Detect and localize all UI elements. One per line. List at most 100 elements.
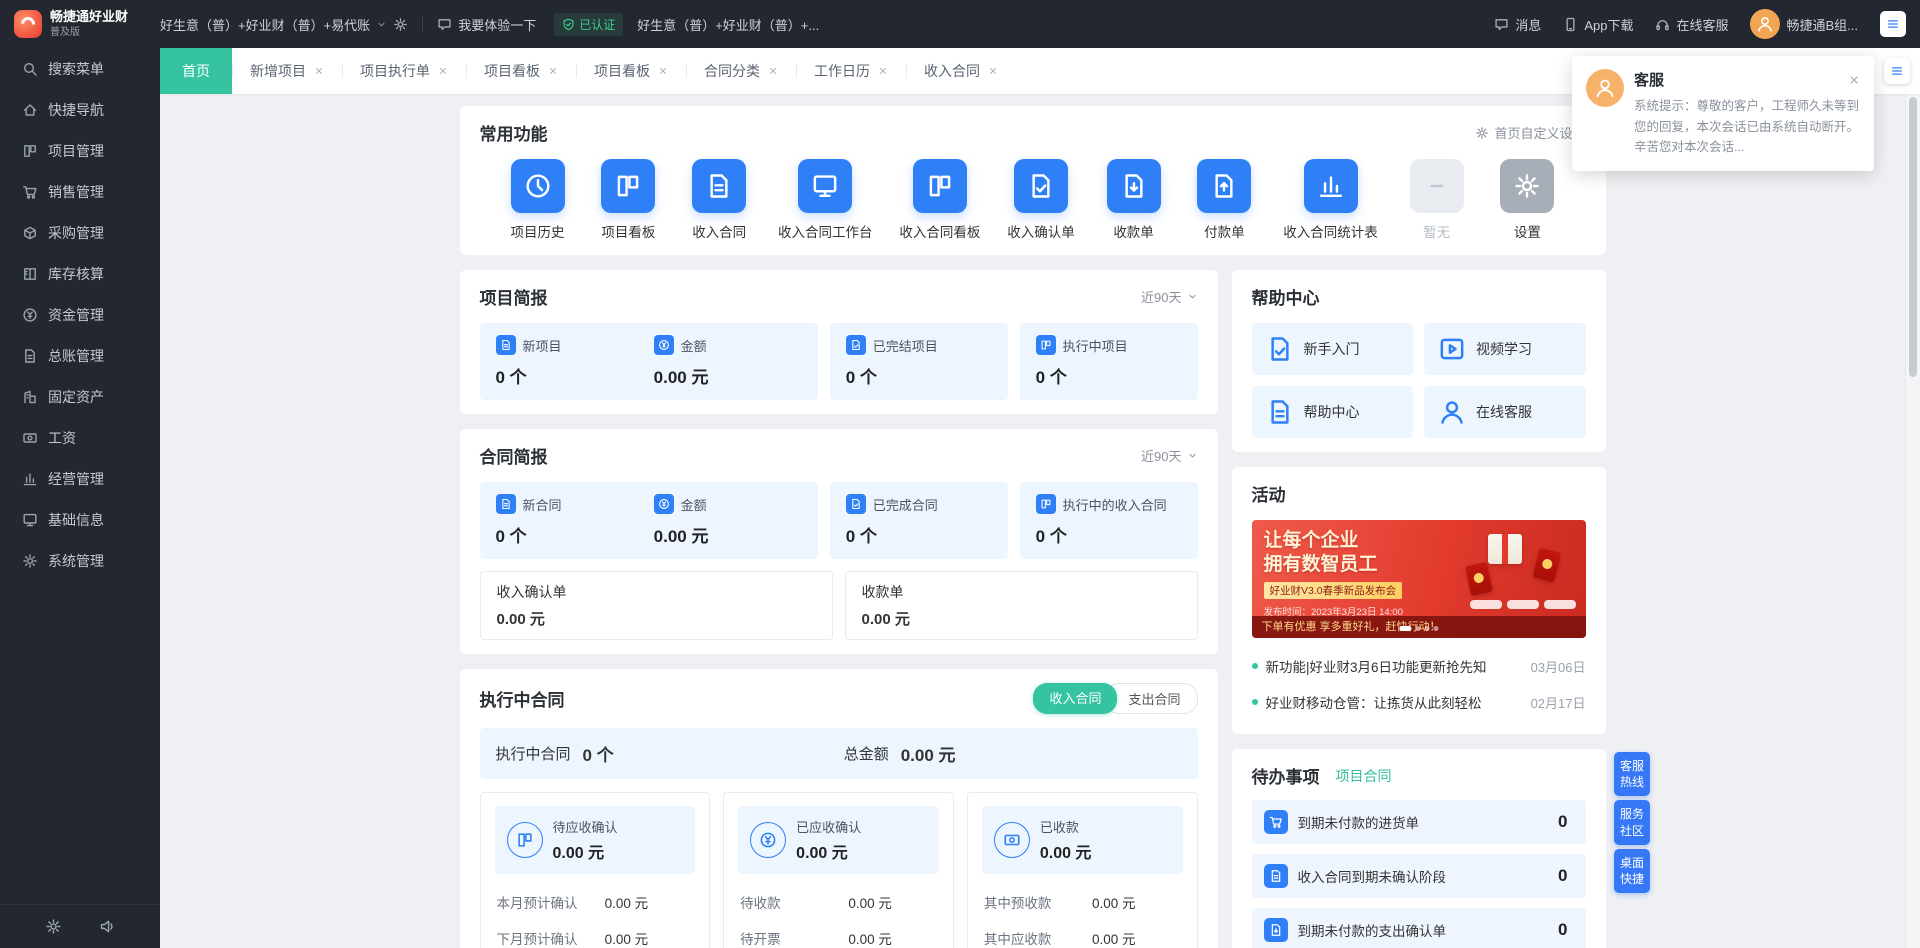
- quick-item-receipt[interactable]: 收款单: [1102, 159, 1166, 241]
- sidebar-item-operations[interactable]: 经营管理: [0, 458, 160, 499]
- tab-new-project[interactable]: 新增项目: [232, 48, 342, 94]
- stat-value: 0.00 元: [653, 527, 709, 546]
- quick-item-project-history[interactable]: 项目历史: [506, 159, 570, 241]
- summary-label: 执行中合同: [495, 746, 571, 763]
- project-brief-range-select[interactable]: 近90天: [1141, 287, 1197, 306]
- service-community-button[interactable]: 服务社区: [1614, 800, 1650, 845]
- trial-button[interactable]: 我要体验一下: [437, 15, 536, 34]
- todo-row-purchase-due[interactable]: 到期未付款的进货单 0: [1251, 800, 1586, 844]
- receipt-box[interactable]: 收款单 0.00 元: [844, 571, 1198, 640]
- income-contract-pill[interactable]: 收入合同: [1033, 683, 1118, 714]
- close-icon[interactable]: [768, 66, 778, 76]
- close-icon[interactable]: [1848, 74, 1860, 86]
- section-title: 合同简报: [479, 448, 548, 467]
- bullet-dot: [1251, 699, 1258, 705]
- scrollbar-thumb[interactable]: [1909, 97, 1917, 377]
- tab-project-board-1[interactable]: 项目看板: [466, 48, 576, 94]
- quick-item-payment[interactable]: 付款单: [1192, 159, 1256, 241]
- quick-item-income-contract-report[interactable]: 收入合同统计表: [1283, 159, 1378, 241]
- help-item-getting-started[interactable]: 新手入门: [1251, 323, 1413, 375]
- contract-brief-range-select[interactable]: 近90天: [1141, 446, 1197, 465]
- cart-icon: [1263, 810, 1288, 834]
- gear-icon[interactable]: [393, 17, 408, 32]
- carousel-dots[interactable]: [1399, 626, 1438, 631]
- sidebar-item-general-ledger[interactable]: 总账管理: [0, 335, 160, 376]
- sidebar-item-fixed-assets[interactable]: 固定资产: [0, 376, 160, 417]
- stat-value: 0 个: [845, 527, 877, 546]
- stat-value: 0 个: [495, 368, 527, 387]
- sidebar-item-funds-mgmt[interactable]: 资金管理: [0, 294, 160, 335]
- quick-item-income-contract[interactable]: 收入合同: [687, 159, 751, 241]
- messages-button[interactable]: 消息: [1494, 15, 1541, 34]
- tab-project-board-2[interactable]: 项目看板: [576, 48, 686, 94]
- close-icon[interactable]: [878, 66, 888, 76]
- quick-item-project-board[interactable]: 项目看板: [596, 159, 660, 241]
- quick-item-label: 付款单: [1204, 225, 1245, 240]
- sidebar-item-basic-info[interactable]: 基础信息: [0, 499, 160, 540]
- todo-row-income-contract-unconfirmed[interactable]: 收入合同到期未确认阶段 0: [1251, 854, 1586, 898]
- homepage-customize-button[interactable]: 首页自定义设置: [1475, 123, 1586, 142]
- detail-row: 本月预计确认 0.00 元: [497, 884, 694, 920]
- sidebar-item-inventory[interactable]: 库存核算: [0, 253, 160, 294]
- quick-widget-button[interactable]: [1880, 11, 1906, 37]
- product-info[interactable]: 好生意（普）+好业财（普）+...: [637, 15, 819, 34]
- sidebar-item-project-mgmt[interactable]: 项目管理: [0, 130, 160, 171]
- sidebar-item-payroll[interactable]: 工资: [0, 417, 160, 458]
- stat-new-contract: 新合同 0 个: [495, 494, 644, 547]
- home-icon: [22, 102, 38, 118]
- gear-icon: [22, 553, 38, 569]
- close-icon[interactable]: [438, 66, 448, 76]
- service-hotline-button[interactable]: 客服热线: [1614, 752, 1650, 797]
- quick-item-income-contract-board[interactable]: 收入合同看板: [899, 159, 980, 241]
- sidebar-item-label: 库存核算: [48, 265, 104, 282]
- expense-contract-pill[interactable]: 支出合同: [1105, 683, 1198, 714]
- tab-work-calendar[interactable]: 工作日历: [796, 48, 906, 94]
- chart-icon: [22, 471, 38, 487]
- help-item-help-center[interactable]: 帮助中心: [1251, 386, 1413, 438]
- close-icon[interactable]: [314, 66, 324, 76]
- news-item[interactable]: 新功能|好业财3月6日功能更新抢先知 03月06日: [1251, 648, 1586, 684]
- settings-icon[interactable]: [45, 918, 62, 935]
- customer-service-popup: 客服 系统提示：尊敬的客户，工程师久未等到您的回复，本次会话已由系统自动断开。辛…: [1572, 56, 1874, 171]
- tab-project-execution[interactable]: 项目执行单: [342, 48, 466, 94]
- help-item-video-learning[interactable]: 视频学习: [1424, 323, 1586, 375]
- tab-contract-category[interactable]: 合同分类: [686, 48, 796, 94]
- sidebar-item-purchase-mgmt[interactable]: 采购管理: [0, 212, 160, 253]
- todo-row-expense-confirm-due[interactable]: 到期未付款的支出确认单 0: [1251, 908, 1586, 948]
- close-icon[interactable]: [988, 66, 998, 76]
- close-icon[interactable]: [548, 66, 558, 76]
- executing-contracts-card: 执行中合同 收入合同 支出合同 执行中合同 0 个 总金额 0.00 元 待应收…: [459, 669, 1218, 948]
- quick-item-settings[interactable]: 设置: [1495, 159, 1559, 241]
- online-service-button[interactable]: 在线客服: [1655, 15, 1728, 34]
- doc-icon: [1263, 864, 1288, 888]
- scrollbar[interactable]: [1905, 94, 1920, 948]
- app-logo[interactable]: 畅捷通好业财 普及版: [0, 10, 160, 38]
- certified-badge[interactable]: 已认证: [554, 12, 624, 36]
- announcement-icon[interactable]: [99, 918, 116, 935]
- gear-icon: [1475, 126, 1489, 140]
- banner-headline-line2: 拥有数智员工: [1263, 553, 1378, 575]
- app-download-button[interactable]: App下载: [1563, 15, 1633, 34]
- close-icon[interactable]: [658, 66, 668, 76]
- income-confirm-box[interactable]: 收入确认单 0.00 元: [479, 571, 833, 640]
- tab-home[interactable]: 首页: [160, 48, 232, 94]
- shield-check-icon: [562, 18, 575, 31]
- activity-banner[interactable]: 让每个企业 拥有数智员工 好业财V3.0春季新品发布会 发布时间：2023年3月2…: [1251, 520, 1586, 638]
- row-value: 0.00 元: [1092, 896, 1136, 911]
- desktop-shortcut-button[interactable]: 桌面快捷: [1614, 848, 1650, 894]
- activity-card: 活动 让每个企业 拥有数智员工 好业财V3.0春季新品发布会 发布时间：2023年…: [1231, 467, 1606, 734]
- quick-item-income-contract-workbench[interactable]: 收入合同工作台: [778, 159, 873, 241]
- todo-tab-project-contract[interactable]: 项目合同: [1336, 766, 1392, 786]
- row-label: 下月预计确认: [496, 932, 578, 947]
- quick-item-income-confirm[interactable]: 收入确认单: [1007, 159, 1075, 241]
- sidebar-item-system-mgmt[interactable]: 系统管理: [0, 540, 160, 581]
- help-item-online-service[interactable]: 在线客服: [1424, 386, 1586, 438]
- user-menu[interactable]: 畅捷通B组...: [1750, 9, 1858, 39]
- sidebar-item-search-menu[interactable]: 搜索菜单: [0, 48, 160, 89]
- sidebar-item-sales-mgmt[interactable]: 销售管理: [0, 171, 160, 212]
- product-switcher[interactable]: 好生意（普）+好业财（普）+易代账: [160, 15, 408, 34]
- tab-list-button[interactable]: [1884, 58, 1910, 84]
- news-item[interactable]: 好业财移动仓管：让拣货从此刻轻松 02月17日: [1251, 684, 1586, 720]
- tab-income-contract[interactable]: 收入合同: [906, 48, 1016, 94]
- sidebar-item-quick-nav[interactable]: 快捷导航: [0, 89, 160, 130]
